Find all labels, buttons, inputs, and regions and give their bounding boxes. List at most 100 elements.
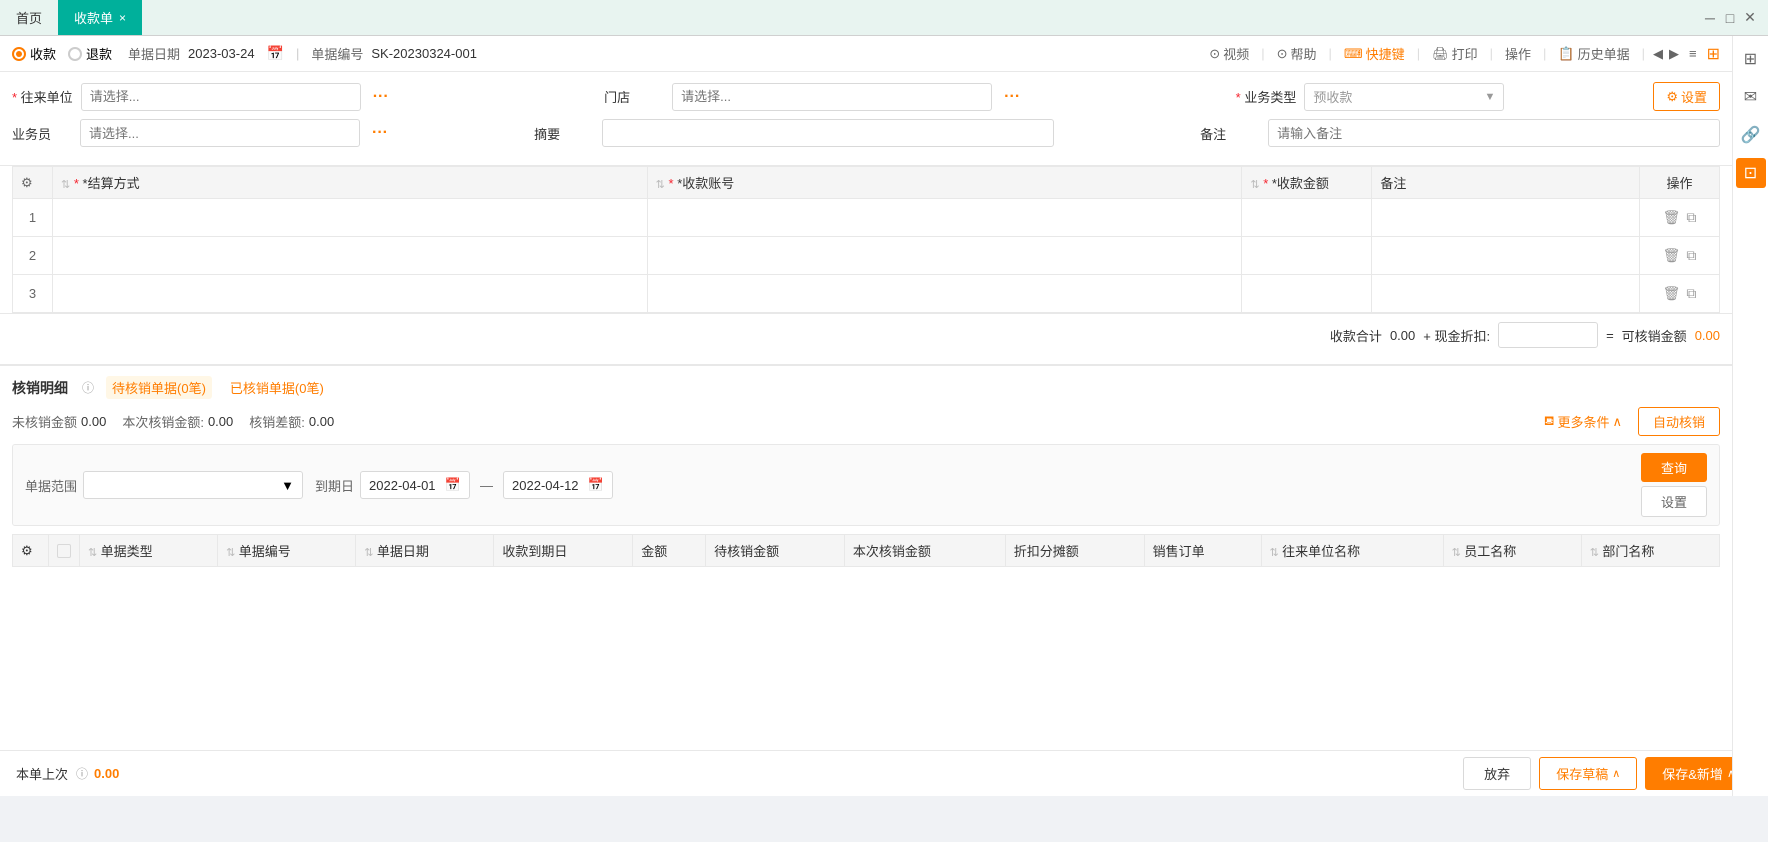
maximize-button[interactable]: □ [1720,8,1740,28]
main-content: 收款 退款 单据日期 2023-03-24 📅 | 单据编号 SK-202303… [0,36,1732,796]
save-draft-button[interactable]: 保存草稿 ∧ [1539,757,1637,790]
form-fields: 往来单位 ··· 门店 ··· 业务类型 预收款 ▼ ⚙ 设置 [0,72,1732,166]
select-all-checkbox[interactable] [57,544,71,558]
reconcile-section: 核销明细 ⓘ 待核销单据(0笔) 已核销单据(0笔) 未核销金额 0.00 本次… [0,364,1732,567]
reconcile-stats: 未核销金额 0.00 本次核销金额: 0.00 核销差额: 0.00 ⛾ 更多条… [12,407,1720,436]
date-label: 单据日期 [128,44,180,63]
sidebar-table-icon[interactable]: ⊞ [1736,44,1766,74]
close-button[interactable]: ✕ [1740,8,1760,28]
account-cell-2[interactable] [647,237,1242,275]
chevron-up-icon: ∧ [1612,414,1622,430]
operate-btn[interactable]: 操作 [1501,42,1535,65]
radio-shoukuan[interactable]: 收款 [12,44,56,63]
delete-icon-1[interactable]: 🗑 [1663,209,1681,226]
settlement-cell-3[interactable] [53,275,648,313]
remark-cell-1[interactable] [1372,199,1640,237]
tab-close-icon[interactable]: × [119,11,126,25]
counter-party-label: 往来单位 [12,87,73,106]
abandon-button[interactable]: 放弃 [1463,757,1531,790]
arrow-left-icon[interactable]: ◀ [1653,46,1663,62]
current-value: 0.00 [94,766,119,781]
available-value: 0.00 [1695,328,1720,343]
business-type-select[interactable]: 预收款 ▼ [1304,83,1504,111]
row-num-3: 3 [13,275,53,313]
help-label: 帮助 [1291,44,1317,63]
chevron-down-icon: ▼ [1484,91,1495,103]
store-more-icon[interactable]: ··· [1004,88,1020,106]
range-label: 单据范围 [25,476,77,495]
info-icon[interactable]: ⓘ [76,765,88,782]
salesperson-more-icon[interactable]: ··· [372,124,388,142]
tab-home[interactable]: 首页 [0,0,58,35]
auto-reconcile-button[interactable]: 自动核销 [1638,407,1720,436]
th-settings[interactable]: ⚙ [13,167,53,199]
counter-party-input[interactable] [81,83,361,111]
query-button[interactable]: 查询 [1641,453,1707,482]
counter-party-more-icon[interactable]: ··· [373,88,389,106]
sidebar-mail-icon[interactable]: ✉ [1736,82,1766,112]
due-date-label: 到期日 [315,476,354,495]
menu-icon[interactable]: ≡ [1689,46,1697,61]
reconcile-info-icon[interactable]: ⓘ [82,379,94,396]
amount-cell-3[interactable] [1242,275,1372,313]
history-label: 历史单据 [1578,44,1630,63]
copy-icon-1[interactable]: ⧉ [1686,209,1696,226]
shortcut-btn[interactable]: ⌨ 快捷键 [1340,42,1409,65]
diff-value: 0.00 [309,414,334,429]
remark-cell-2[interactable] [1372,237,1640,275]
delete-icon-2[interactable]: 🗑 [1663,247,1681,264]
amount-cell-2[interactable] [1242,237,1372,275]
form-row-2: 业务员 ··· 摘要 备注 [12,119,1720,147]
arrow-right-icon[interactable]: ▶ [1669,46,1679,62]
filter-settings-button[interactable]: 设置 [1641,486,1707,517]
settlement-cell-2[interactable] [53,237,648,275]
account-cell-1[interactable] [647,199,1242,237]
done-tab[interactable]: 已核销单据(0笔) [224,376,330,399]
remark-cell-3[interactable] [1372,275,1640,313]
history-btn[interactable]: 📋 历史单据 [1554,42,1633,65]
rth-employee: ⇅ 员工名称 [1443,535,1581,567]
print-btn[interactable]: 🖨 打印 [1428,42,1482,65]
discount-input[interactable] [1498,322,1598,348]
pending-tab[interactable]: 待核销单据(0笔) [106,376,212,399]
range-select[interactable]: ▼ [83,471,303,499]
amount-cell-1[interactable] [1242,199,1372,237]
more-conditions-btn[interactable]: ⛾ 更多条件 ∧ [1544,412,1622,431]
table2-settings-icon[interactable]: ⚙ [21,543,33,558]
copy-icon-2[interactable]: ⧉ [1686,247,1696,264]
account-cell-3[interactable] [647,275,1242,313]
range-chevron-icon: ▼ [281,478,294,493]
store-input[interactable] [672,83,992,111]
remark-input[interactable] [1268,119,1720,147]
settlement-cell-1[interactable] [53,199,648,237]
tab-bar: 首页 收款单 × ─ □ ✕ [0,0,1768,36]
divider4: | [1490,46,1493,61]
date-value[interactable]: 2023-03-24 [188,46,255,61]
date-to-picker[interactable]: 2022-04-12 📅 [503,471,613,499]
date-icon[interactable]: 📅 [267,45,284,62]
divider5: | [1543,46,1546,61]
radio-tuikuan[interactable]: 退款 [68,44,112,63]
equal-label: = [1606,328,1614,343]
sidebar-scan-icon[interactable]: ⊡ [1736,158,1766,188]
help-btn[interactable]: ⊙ 帮助 [1273,42,1321,65]
bottom-spacer [0,567,1732,617]
tab-shoukuan[interactable]: 收款单 × [58,0,142,35]
date-from-picker[interactable]: 2022-04-01 📅 [360,471,470,499]
row-num-1: 1 [13,199,53,237]
salesperson-input[interactable] [80,119,360,147]
delete-icon-3[interactable]: 🗑 [1663,285,1681,302]
rth-check[interactable] [49,535,80,567]
table-settings-icon[interactable]: ⚙ [21,175,33,190]
video-label: 视频 [1223,44,1249,63]
video-btn[interactable]: ⊙ 视频 [1205,42,1253,65]
copy-icon-3[interactable]: ⧉ [1686,285,1696,302]
summary-input[interactable] [602,119,1054,147]
save-draft-arrow-icon: ∧ [1612,767,1620,780]
minimize-button[interactable]: ─ [1700,8,1720,28]
rth-settings[interactable]: ⚙ [13,535,49,567]
sidebar-attachment-icon[interactable]: 🔗 [1736,120,1766,150]
form-settings-button[interactable]: ⚙ 设置 [1653,82,1720,111]
business-type-value: 预收款 [1313,87,1352,106]
grid-icon[interactable]: ⊞ [1707,44,1720,64]
